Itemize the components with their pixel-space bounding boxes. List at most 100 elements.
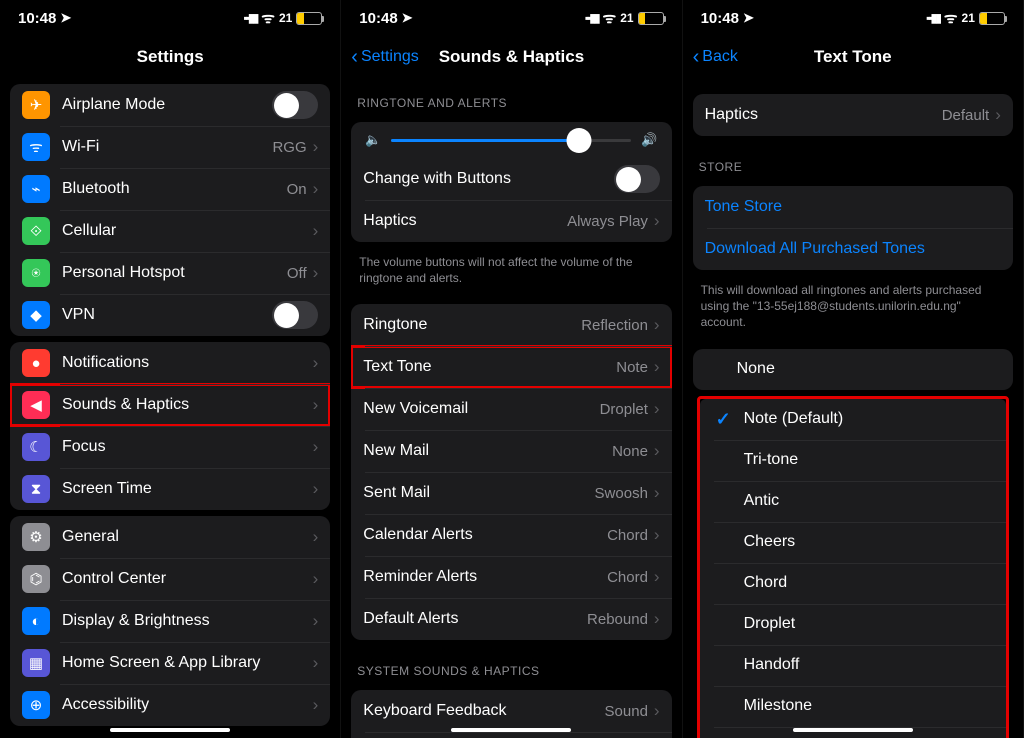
volume-footer-note: The volume buttons will not affect the v…: [341, 248, 681, 298]
home-indicator[interactable]: [451, 728, 571, 732]
settings-scroll[interactable]: ✈︎Airplane ModeᯤWi-FiRGG›⌁BluetoothOn›⟐C…: [0, 78, 340, 738]
settings-row-accessibility[interactable]: ⊕Accessibility›: [10, 684, 330, 726]
tone-row-cheers[interactable]: Cheers: [700, 522, 1006, 563]
volume-slider[interactable]: [391, 139, 631, 142]
accessibility-icon: ⊕: [22, 691, 50, 719]
chevron-right-icon: ›: [654, 483, 660, 503]
tone-row-none[interactable]: None: [693, 349, 1013, 390]
row-value: Default: [942, 107, 990, 124]
sounds-scroll[interactable]: RINGTONE AND ALERTS 🔈 🔊 Change with Butt…: [341, 78, 681, 738]
chevron-right-icon: ›: [654, 211, 660, 231]
speaker-high-icon: 🔊: [641, 132, 657, 148]
page-title: Text Tone: [814, 47, 892, 67]
battery-icon: [638, 12, 664, 25]
store-link-download-all-purchased-tones[interactable]: Download All Purchased Tones: [693, 228, 1013, 270]
bluetooth-icon: ⌁: [22, 175, 50, 203]
row-value: Rebound: [587, 611, 648, 628]
chevron-right-icon: ›: [313, 263, 319, 283]
chevron-right-icon: ›: [654, 357, 660, 377]
phone-sounds: 10:48 ➤ ▪▪▮▮ ᯤ 21 ‹ Settings Sounds & Ha…: [341, 0, 682, 738]
chevron-right-icon: ›: [313, 611, 319, 631]
page-title: Settings: [137, 47, 204, 67]
tone-label: Milestone: [744, 697, 994, 715]
wifi-icon: ᯤ: [944, 8, 958, 28]
row-value: RGG: [272, 139, 306, 156]
settings-row-focus[interactable]: ☾Focus›: [10, 426, 330, 468]
tone-label: Droplet: [744, 615, 994, 633]
tone-row-milestone[interactable]: Milestone: [700, 686, 1006, 727]
sound-row-new-mail[interactable]: New MailNone›: [351, 430, 671, 472]
system-row-keyboard-feedback[interactable]: Keyboard FeedbackSound›: [351, 690, 671, 732]
sound-row-text-tone[interactable]: Text ToneNote›: [351, 346, 671, 388]
home-indicator[interactable]: [793, 728, 913, 732]
store-link-tone-store[interactable]: Tone Store: [693, 186, 1013, 228]
cell-signal-icon: ▪▪▮▮: [585, 11, 599, 25]
cellular-icon: ⟐: [22, 217, 50, 245]
volume-slider-row: 🔈 🔊: [351, 122, 671, 158]
speaker-low-icon: 🔈: [365, 132, 381, 148]
tone-row-tri-tone[interactable]: Tri-tone: [700, 440, 1006, 481]
settings-row-general[interactable]: ⚙︎General›: [10, 516, 330, 558]
row-label: Accessibility: [62, 696, 313, 714]
chevron-right-icon: ›: [313, 479, 319, 499]
change-with-buttons-toggle[interactable]: [614, 165, 660, 193]
tone-row-chord[interactable]: Chord: [700, 563, 1006, 604]
chevron-right-icon: ›: [313, 221, 319, 241]
sound-row-default-alerts[interactable]: Default AlertsRebound›: [351, 598, 671, 640]
row-label: Display & Brightness: [62, 612, 313, 630]
nav-header: ‹ Settings Sounds & Haptics: [341, 36, 681, 78]
settings-row-control-center[interactable]: ⌬Control Center›: [10, 558, 330, 600]
back-button[interactable]: ‹ Settings: [351, 47, 418, 67]
settings-row-airplane-mode[interactable]: ✈︎Airplane Mode: [10, 84, 330, 126]
settings-row-screen-time[interactable]: ⧗Screen Time›: [10, 468, 330, 510]
settings-row-display-brightness[interactable]: ◐Display & Brightness›: [10, 600, 330, 642]
sound-row-calendar-alerts[interactable]: Calendar AlertsChord›: [351, 514, 671, 556]
tone-row-note-default-[interactable]: Note (Default): [700, 399, 1006, 440]
settings-row-notifications[interactable]: ●Notifications›: [10, 342, 330, 384]
change-with-buttons-row[interactable]: Change with Buttons: [351, 158, 671, 200]
toggle[interactable]: [272, 301, 318, 329]
settings-row-bluetooth[interactable]: ⌁BluetoothOn›: [10, 168, 330, 210]
chevron-right-icon: ›: [995, 105, 1001, 125]
settings-group-connectivity: ✈︎Airplane ModeᯤWi-FiRGG›⌁BluetoothOn›⟐C…: [10, 84, 330, 336]
settings-row-sounds-haptics[interactable]: ◀︎Sounds & Haptics›: [10, 384, 330, 426]
haptics-row[interactable]: Haptics Default ›: [693, 94, 1013, 136]
settings-row-wi-fi[interactable]: ᯤWi-FiRGG›: [10, 126, 330, 168]
vpn-icon: ◆: [22, 301, 50, 329]
sound-row-reminder-alerts[interactable]: Reminder AlertsChord›: [351, 556, 671, 598]
row-label: New Voicemail: [363, 400, 599, 418]
wifi-icon: ᯤ: [603, 8, 617, 28]
row-value: Note: [616, 359, 648, 376]
tone-row-antic[interactable]: Antic: [700, 481, 1006, 522]
tone-label: Antic: [744, 492, 994, 510]
settings-row-home-screen-app-library[interactable]: ▦Home Screen & App Library›: [10, 642, 330, 684]
tone-row-handoff[interactable]: Handoff: [700, 645, 1006, 686]
settings-row-vpn[interactable]: ◆VPN: [10, 294, 330, 336]
haptics-row[interactable]: Haptics Always Play ›: [351, 200, 671, 242]
phone-texttone: 10:48 ➤ ▪▪▮▮ ᯤ 21 ‹ Back Text Tone Hapti…: [683, 0, 1024, 738]
link-label: Tone Store: [705, 198, 1001, 216]
chevron-right-icon: ›: [313, 137, 319, 157]
sound-row-new-voicemail[interactable]: New VoicemailDroplet›: [351, 388, 671, 430]
chevron-left-icon: ‹: [693, 47, 700, 67]
texttone-scroll[interactable]: Haptics Default › STORE Tone StoreDownlo…: [683, 78, 1023, 738]
row-label: Calendar Alerts: [363, 526, 607, 544]
row-label: Haptics: [705, 106, 942, 124]
settings-row-personal-hotspot[interactable]: ⍟Personal HotspotOff›: [10, 252, 330, 294]
toggle[interactable]: [272, 91, 318, 119]
home-indicator[interactable]: [110, 728, 230, 732]
page-title: Sounds & Haptics: [439, 47, 584, 67]
sound-row-sent-mail[interactable]: Sent MailSwoosh›: [351, 472, 671, 514]
settings-row-cellular[interactable]: ⟐Cellular›: [10, 210, 330, 252]
tone-row-droplet[interactable]: Droplet: [700, 604, 1006, 645]
sounds-list-group: RingtoneReflection›Text ToneNote›New Voi…: [351, 304, 671, 640]
home-screen-app-library-icon: ▦: [22, 649, 50, 677]
system-row-lock-sound[interactable]: Lock Sound: [351, 732, 671, 738]
back-button[interactable]: ‹ Back: [693, 47, 738, 67]
location-icon: ➤: [402, 10, 413, 26]
nav-header: ‹ Back Text Tone: [683, 36, 1023, 78]
chevron-right-icon: ›: [313, 353, 319, 373]
sound-row-ringtone[interactable]: RingtoneReflection›: [351, 304, 671, 346]
section-header-system: SYSTEM SOUNDS & HAPTICS: [341, 646, 681, 684]
row-value: Droplet: [600, 401, 648, 418]
